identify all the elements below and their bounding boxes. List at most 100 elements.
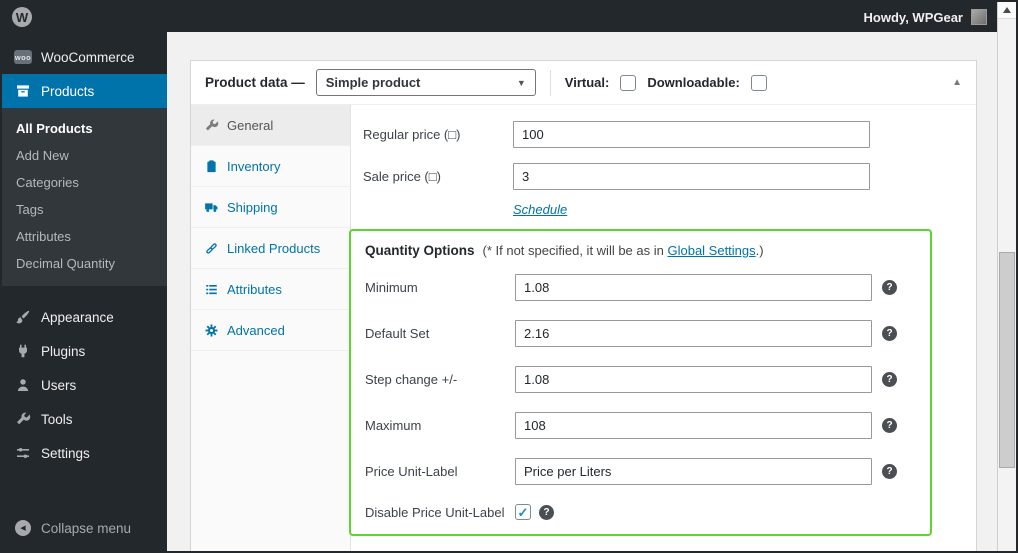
tab-shipping[interactable]: Shipping <box>191 187 350 228</box>
link-icon <box>203 240 219 256</box>
sidebar-item-label: Appearance <box>41 309 114 325</box>
minimum-input[interactable] <box>515 274 872 301</box>
regular-price-input[interactable] <box>513 121 870 148</box>
sidebar-item-products[interactable]: Products <box>2 74 167 108</box>
step-change-input[interactable] <box>515 366 872 393</box>
product-data-panel: Product data — Simple product ▼ Virtual:… <box>190 60 977 551</box>
product-data-body: General Inventory Shipping Linked Produc… <box>191 105 976 551</box>
howdy-account-link[interactable]: Howdy, WPGear <box>864 10 963 25</box>
tab-label: Attributes <box>227 281 282 297</box>
downloadable-checkbox[interactable] <box>750 74 767 91</box>
tab-attributes[interactable]: Attributes <box>191 269 350 310</box>
help-icon[interactable]: ? <box>882 280 897 295</box>
help-icon[interactable]: ? <box>882 326 897 341</box>
product-data-tabs: General Inventory Shipping Linked Produc… <box>191 105 351 551</box>
help-icon[interactable]: ? <box>539 504 554 520</box>
tab-label: Linked Products <box>227 240 321 256</box>
scrollbar-thumb[interactable] <box>999 252 1015 468</box>
brush-icon <box>14 308 32 326</box>
menu-gap <box>2 286 167 300</box>
tab-label: Advanced <box>227 322 285 338</box>
sidebar-item-label: Users <box>41 377 77 393</box>
scrollbar-up-button[interactable] <box>998 2 1016 19</box>
woocommerce-icon: woo <box>14 48 32 66</box>
quantity-options-heading-row: Quantity Options (* If not specified, it… <box>365 243 930 258</box>
products-submenu: All Products Add New Categories Tags Att… <box>2 108 167 286</box>
truck-icon <box>203 199 219 215</box>
sale-price-label: Sale price (□) <box>363 169 441 184</box>
help-icon[interactable]: ? <box>882 372 897 387</box>
price-unit-label-input[interactable] <box>515 458 872 485</box>
admin-bar: W Howdy, WPGear <box>2 2 997 32</box>
sidebar-item-tools[interactable]: Tools <box>2 402 167 436</box>
check-icon: ✓ <box>517 504 529 520</box>
separator <box>549 69 551 96</box>
sidebar-item-woocommerce[interactable]: woo WooCommerce <box>2 40 167 74</box>
product-type-select[interactable]: Simple product ▼ <box>315 69 536 96</box>
list-icon <box>203 281 219 297</box>
schedule-link[interactable]: Schedule <box>513 202 567 217</box>
admin-column: W Howdy, WPGear woo WooCommerce Products <box>2 2 997 551</box>
sale-price-input[interactable] <box>513 163 870 190</box>
vertical-scrollbar[interactable] <box>997 2 1016 551</box>
products-box-icon <box>14 82 32 100</box>
sidebar-subitem-add-new[interactable]: Add New <box>2 142 167 169</box>
schedule-row: Schedule <box>513 201 976 219</box>
collapse-menu-label: Collapse menu <box>41 520 132 536</box>
wordpress-logo-icon[interactable]: W <box>12 7 32 27</box>
avatar[interactable] <box>971 9 987 25</box>
default-set-label: Default Set <box>365 326 430 341</box>
maximum-input[interactable] <box>515 412 872 439</box>
price-unit-label-label: Price Unit-Label <box>365 464 458 479</box>
chevron-down-icon: ▼ <box>516 77 526 88</box>
help-icon[interactable]: ? <box>882 418 897 433</box>
note-text: (* If not specified, it will be as in <box>482 243 668 258</box>
help-icon[interactable]: ? <box>882 464 897 479</box>
wrench-icon <box>203 117 219 133</box>
sidebar-subitem-categories[interactable]: Categories <box>2 169 167 196</box>
sidebar-item-appearance[interactable]: Appearance <box>2 300 167 334</box>
sidebar-subitem-decimal-quantity[interactable]: Decimal Quantity <box>2 250 167 277</box>
tab-general[interactable]: General <box>191 105 350 146</box>
clipboard-icon <box>203 158 219 174</box>
tab-content-general: Regular price (□) Sale price (□) Schedul… <box>349 105 976 551</box>
sidebar-subitem-tags[interactable]: Tags <box>2 196 167 223</box>
note-text: .) <box>755 243 764 258</box>
quantity-options-note: (* If not specified, it will be as in Gl… <box>483 243 764 258</box>
gear-icon <box>203 322 219 338</box>
default-set-row: Default Set ? <box>365 320 930 347</box>
sidebar-item-label: Settings <box>41 445 90 461</box>
tab-inventory[interactable]: Inventory <box>191 146 350 187</box>
virtual-checkbox[interactable] <box>620 74 637 91</box>
sidebar-item-plugins[interactable]: Plugins <box>2 334 167 368</box>
disable-price-unit-label: Disable Price Unit-Label <box>365 504 505 520</box>
regular-price-label: Regular price (□) <box>363 127 461 142</box>
panel-toggle-icon[interactable]: ▲ <box>952 77 962 88</box>
regular-price-row: Regular price (□) <box>363 121 976 148</box>
wordpress-admin-screen: W Howdy, WPGear woo WooCommerce Products <box>0 0 1018 553</box>
sidebar-item-settings[interactable]: Settings <box>2 436 167 470</box>
tab-label: Inventory <box>227 158 281 174</box>
sidebar-subitem-attributes[interactable]: Attributes <box>2 223 167 250</box>
tab-linked-products[interactable]: Linked Products <box>191 228 350 269</box>
collapse-menu-button[interactable]: ◀ Collapse menu <box>2 511 167 551</box>
tab-advanced[interactable]: Advanced <box>191 310 350 351</box>
minimum-label: Minimum <box>365 280 418 295</box>
tab-label: Shipping <box>227 199 278 215</box>
minimum-row: Minimum ? <box>365 274 930 301</box>
default-set-input[interactable] <box>515 320 872 347</box>
global-settings-link[interactable]: Global Settings <box>667 243 755 258</box>
plug-icon <box>14 342 32 360</box>
sidebar-item-label: Products <box>41 83 95 99</box>
quantity-options-heading: Quantity Options <box>365 243 475 258</box>
maximum-label: Maximum <box>365 418 422 433</box>
sidebar-item-label: Tools <box>41 411 73 427</box>
sliders-icon <box>14 444 32 462</box>
downloadable-label: Downloadable: <box>647 75 740 90</box>
sidebar-item-users[interactable]: Users <box>2 368 167 402</box>
sidebar-subitem-all-products[interactable]: All Products <box>2 115 167 142</box>
wrench-icon <box>14 410 32 428</box>
disable-price-unit-checkbox[interactable]: ✓ <box>515 504 531 520</box>
admin-body: woo WooCommerce Products All Products Ad… <box>2 32 997 551</box>
user-icon <box>14 376 32 394</box>
